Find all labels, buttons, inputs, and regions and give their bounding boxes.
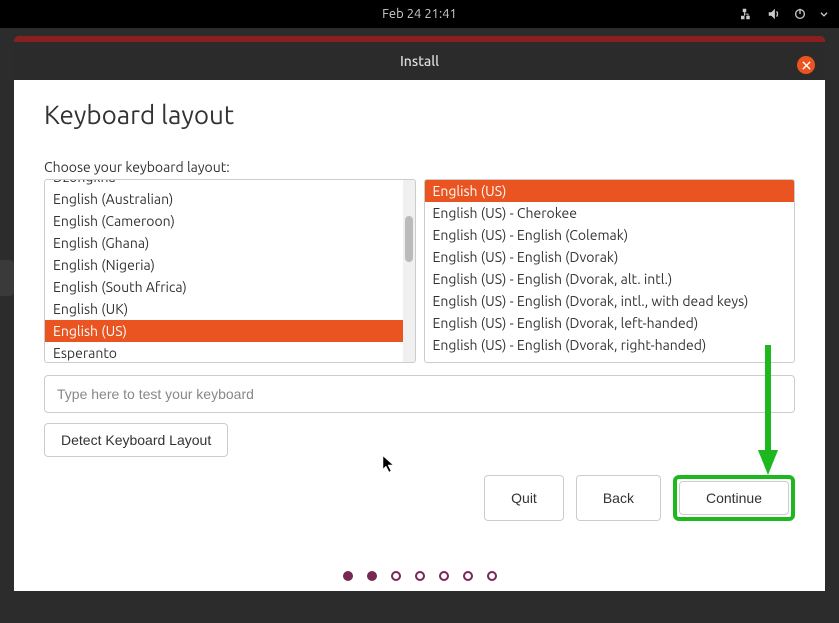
list-item[interactable]: Esperanto <box>45 342 415 363</box>
nav-button-row: Quit Back Continue <box>44 475 795 521</box>
progress-dot <box>415 571 425 581</box>
list-item[interactable]: English (US) - English (Dvorak) <box>425 246 795 268</box>
list-item[interactable]: English (US) <box>425 180 795 202</box>
detect-layout-button[interactable]: Detect Keyboard Layout <box>44 423 228 457</box>
back-button[interactable]: Back <box>576 475 661 521</box>
volume-icon[interactable] <box>767 7 781 21</box>
left-scrollbar[interactable] <box>403 180 415 362</box>
topbar-tray <box>741 7 829 21</box>
list-item[interactable]: Dzongkha <box>45 179 415 188</box>
close-button[interactable] <box>797 56 815 74</box>
chevron-down-icon[interactable] <box>819 7 829 21</box>
variant-listbox[interactable]: English (US)English (US) - CherokeeEngli… <box>424 179 796 363</box>
installer-window: Install Keyboard layout Choose your keyb… <box>14 36 825 591</box>
progress-dot <box>391 571 401 581</box>
progress-dot <box>487 571 497 581</box>
topbar-datetime: Feb 24 21:41 <box>382 7 457 21</box>
progress-dot <box>343 571 353 581</box>
list-item[interactable]: English (Cameroon) <box>45 210 415 232</box>
system-topbar: Feb 24 21:41 <box>0 0 839 28</box>
list-item[interactable]: English (US) - English (Dvorak, right-ha… <box>425 334 795 356</box>
keyboard-test-input[interactable] <box>44 375 795 413</box>
list-item[interactable]: English (US) <box>45 320 415 342</box>
network-icon[interactable] <box>741 7 755 21</box>
progress-dots <box>44 571 795 581</box>
installer-content: Keyboard layout Choose your keyboard lay… <box>14 80 825 591</box>
list-item[interactable]: English (US) - English (Colemak) <box>425 224 795 246</box>
list-item[interactable]: English (UK) <box>45 298 415 320</box>
choose-layout-label: Choose your keyboard layout: <box>44 159 795 175</box>
list-item[interactable]: English (US) - Cherokee <box>425 202 795 224</box>
continue-highlight: Continue <box>673 475 795 521</box>
quit-button[interactable]: Quit <box>484 475 564 521</box>
page-title: Keyboard layout <box>44 100 795 129</box>
list-item[interactable]: English (US) - English (Dvorak, left-han… <box>425 312 795 334</box>
window-title: Install <box>400 53 439 69</box>
list-item[interactable]: English (Ghana) <box>45 232 415 254</box>
list-item[interactable]: English (South Africa) <box>45 276 415 298</box>
progress-dot <box>439 571 449 581</box>
language-listbox[interactable]: DzongkhaEnglish (Australian)English (Cam… <box>44 179 416 363</box>
continue-button[interactable]: Continue <box>679 481 789 515</box>
window-titlebar: Install <box>14 36 825 80</box>
progress-dot <box>463 571 473 581</box>
list-item[interactable]: English (US) - English (Dvorak, intl., w… <box>425 290 795 312</box>
list-item[interactable]: English (US) - English (Dvorak, alt. int… <box>425 268 795 290</box>
side-dock-tab[interactable] <box>0 260 14 296</box>
list-item[interactable]: English (Australian) <box>45 188 415 210</box>
list-item[interactable]: English (Nigeria) <box>45 254 415 276</box>
layout-lists: DzongkhaEnglish (Australian)English (Cam… <box>44 179 795 363</box>
progress-dot <box>367 571 377 581</box>
power-icon[interactable] <box>793 7 807 21</box>
